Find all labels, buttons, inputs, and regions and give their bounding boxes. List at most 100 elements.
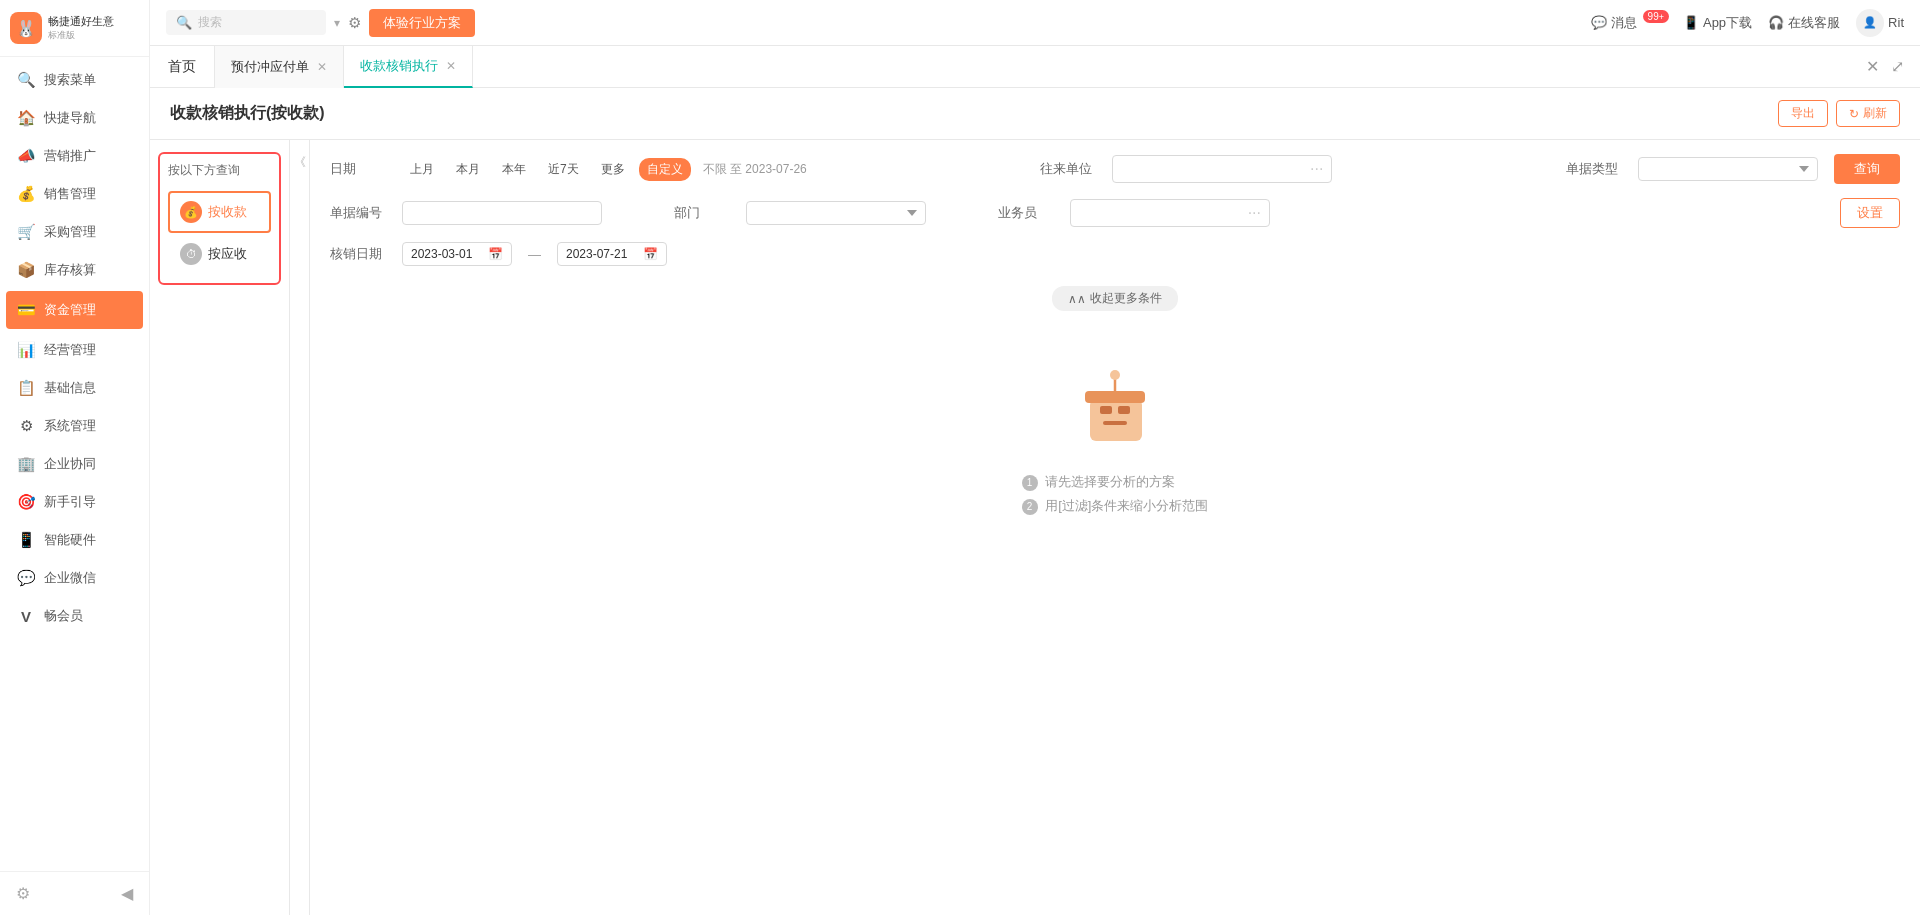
date-btn-this-year[interactable]: 本年 [494, 158, 534, 181]
sidebar-item-member[interactable]: V 畅会员 [0, 597, 149, 635]
counterparty-input[interactable]: ··· [1112, 155, 1332, 183]
page-header-actions: 导出 ↻ 刷新 [1778, 100, 1900, 139]
counterparty-dots-icon[interactable]: ··· [1310, 160, 1323, 178]
filter-option-receipt[interactable]: 💰 按收款 [168, 191, 271, 233]
tab-collection-close[interactable]: ✕ [446, 59, 456, 73]
empty-state: 1 请先选择要分析的方案 2 用[过滤]条件来缩小分析范围 [330, 361, 1900, 521]
export-button[interactable]: 导出 [1778, 100, 1828, 127]
sidebar-nav: 🔍 搜索菜单 🏠 快捷导航 📣 营销推广 💰 销售管理 🛒 采购管理 📦 库存核… [0, 57, 149, 871]
svg-rect-1 [1085, 391, 1145, 403]
page-header: 收款核销执行(按收款) 导出 ↻ 刷新 [150, 88, 1920, 140]
hardware-icon: 📱 [16, 531, 36, 549]
date-separator: — [528, 247, 541, 262]
sidebar-item-search[interactable]: 🔍 搜索菜单 [0, 61, 149, 99]
svg-rect-0 [1090, 399, 1142, 441]
sidebar-label-member: 畅会员 [44, 607, 83, 625]
sidebar-item-enterprise[interactable]: 🏢 企业协同 [0, 445, 149, 483]
guide-icon: 🎯 [16, 493, 36, 511]
counterparty-label: 往来单位 [1040, 160, 1096, 178]
operations-icon: 📊 [16, 341, 36, 359]
refresh-button[interactable]: ↻ 刷新 [1836, 100, 1900, 127]
app-name: 畅捷通好生意 [48, 14, 114, 28]
filter-sidebar: 按以下方查询 💰 按收款 ⏱ 按应收 [150, 140, 290, 915]
query-button[interactable]: 查询 [1834, 154, 1900, 184]
empty-illustration [1065, 361, 1165, 461]
message-item[interactable]: 💬 消息 99+ [1591, 14, 1667, 32]
sidebar-item-operations[interactable]: 📊 经营管理 [0, 331, 149, 369]
settings-bottom-icon[interactable]: ⚙ [16, 884, 30, 903]
doc-type-select[interactable] [1638, 157, 1818, 181]
svg-rect-3 [1118, 406, 1130, 414]
sidebar-item-inventory[interactable]: 📦 库存核算 [0, 251, 149, 289]
message-label: 消息 [1611, 14, 1637, 32]
filter-option-receivable[interactable]: ⏱ 按应收 [168, 233, 271, 275]
sidebar-item-system[interactable]: ⚙ 系统管理 [0, 407, 149, 445]
doc-no-label: 单据编号 [330, 204, 386, 222]
verify-date-end[interactable]: 2023-07-21 📅 [557, 242, 667, 266]
tab-expand-icon[interactable]: ⤢ [1887, 53, 1908, 80]
salesperson-dots-icon[interactable]: ··· [1248, 204, 1261, 222]
top-header: 🔍 搜索 ▾ ⚙ 体验行业方案 💬 消息 99+ 📱 App下载 🎧 在线客服 [150, 0, 1920, 46]
sidebar-item-basic[interactable]: 📋 基础信息 [0, 369, 149, 407]
app-download-item[interactable]: 📱 App下载 [1683, 14, 1752, 32]
sidebar-label-purchase: 采购管理 [44, 223, 96, 241]
verify-date-end-value: 2023-07-21 [566, 247, 627, 261]
svg-rect-4 [1103, 421, 1127, 425]
tab-prepay[interactable]: 预付冲应付单 ✕ [215, 46, 344, 88]
sidebar-item-guide[interactable]: 🎯 新手引导 [0, 483, 149, 521]
sales-icon: 💰 [16, 185, 36, 203]
app-badge: 标准版 [48, 29, 114, 42]
system-icon: ⚙ [16, 417, 36, 435]
calendar-start-icon[interactable]: 📅 [488, 247, 503, 261]
sidebar-item-funds[interactable]: 💳 资金管理 [6, 291, 143, 329]
industry-btn[interactable]: 体验行业方案 [369, 9, 475, 37]
date-btn-7days[interactable]: 近7天 [540, 158, 587, 181]
date-btn-more[interactable]: 更多 [593, 158, 633, 181]
date-btn-this-month[interactable]: 本月 [448, 158, 488, 181]
basic-icon: 📋 [16, 379, 36, 397]
online-service-item[interactable]: 🎧 在线客服 [1768, 14, 1840, 32]
filter-sidebar-box: 按以下方查询 💰 按收款 ⏱ 按应收 [158, 152, 281, 285]
tab-home[interactable]: 首页 [150, 46, 215, 88]
svg-rect-2 [1100, 406, 1112, 414]
header-search-area[interactable]: 🔍 搜索 [166, 10, 326, 35]
collapse-sidebar-icon[interactable]: ◀ [121, 884, 133, 903]
collapse-more-btn[interactable]: ∧∧ 收起更多条件 [1052, 286, 1178, 311]
sidebar-item-quick-nav[interactable]: 🏠 快捷导航 [0, 99, 149, 137]
main-area: 🔍 搜索 ▾ ⚙ 体验行业方案 💬 消息 99+ 📱 App下载 🎧 在线客服 [150, 0, 1920, 915]
sidebar-item-sales[interactable]: 💰 销售管理 [0, 175, 149, 213]
sidebar-item-purchase[interactable]: 🛒 采购管理 [0, 213, 149, 251]
dept-select[interactable] [746, 201, 926, 225]
doc-no-input[interactable] [402, 201, 602, 225]
sidebar-item-wechat[interactable]: 💬 企业微信 [0, 559, 149, 597]
header-dropdown-icon[interactable]: ▾ [334, 16, 340, 30]
sidebar-item-hardware[interactable]: 📱 智能硬件 [0, 521, 149, 559]
settings-button[interactable]: 设置 [1840, 198, 1900, 228]
header-gear-icon[interactable]: ⚙ [348, 14, 361, 32]
sidebar-item-marketing[interactable]: 📣 营销推广 [0, 137, 149, 175]
sidebar-label-enterprise: 企业协同 [44, 455, 96, 473]
sidebar-label-basic: 基础信息 [44, 379, 96, 397]
salesperson-input[interactable]: ··· [1070, 199, 1270, 227]
collapse-more-label: 收起更多条件 [1090, 290, 1162, 307]
date-btn-custom[interactable]: 自定义 [639, 158, 691, 181]
tab-close-all-icon[interactable]: ✕ [1862, 53, 1883, 80]
filter-collapse-toggle[interactable]: 《 [290, 140, 310, 915]
wechat-icon: 💬 [16, 569, 36, 587]
message-badge: 99+ [1643, 10, 1669, 23]
verify-date-start-value: 2023-03-01 [411, 247, 472, 261]
sidebar-label-wechat: 企业微信 [44, 569, 96, 587]
chevron-left-icon: 《 [294, 154, 306, 171]
page-content: 收款核销执行(按收款) 导出 ↻ 刷新 按以下方查询 💰 按收款 [150, 88, 1920, 915]
online-service-label: 在线客服 [1788, 14, 1840, 32]
date-btn-last-month[interactable]: 上月 [402, 158, 442, 181]
tab-collection[interactable]: 收款核销执行 ✕ [344, 46, 473, 88]
header-right: 💬 消息 99+ 📱 App下载 🎧 在线客服 👤 Rit [1591, 9, 1904, 37]
verify-date-start[interactable]: 2023-03-01 📅 [402, 242, 512, 266]
tab-prepay-close[interactable]: ✕ [317, 60, 327, 74]
calendar-end-icon[interactable]: 📅 [643, 247, 658, 261]
sidebar-label-marketing: 营销推广 [44, 147, 96, 165]
filter-option-receivable-label: 按应收 [208, 245, 247, 263]
salesperson-label: 业务员 [998, 204, 1054, 222]
user-info[interactable]: 👤 Rit [1856, 9, 1904, 37]
